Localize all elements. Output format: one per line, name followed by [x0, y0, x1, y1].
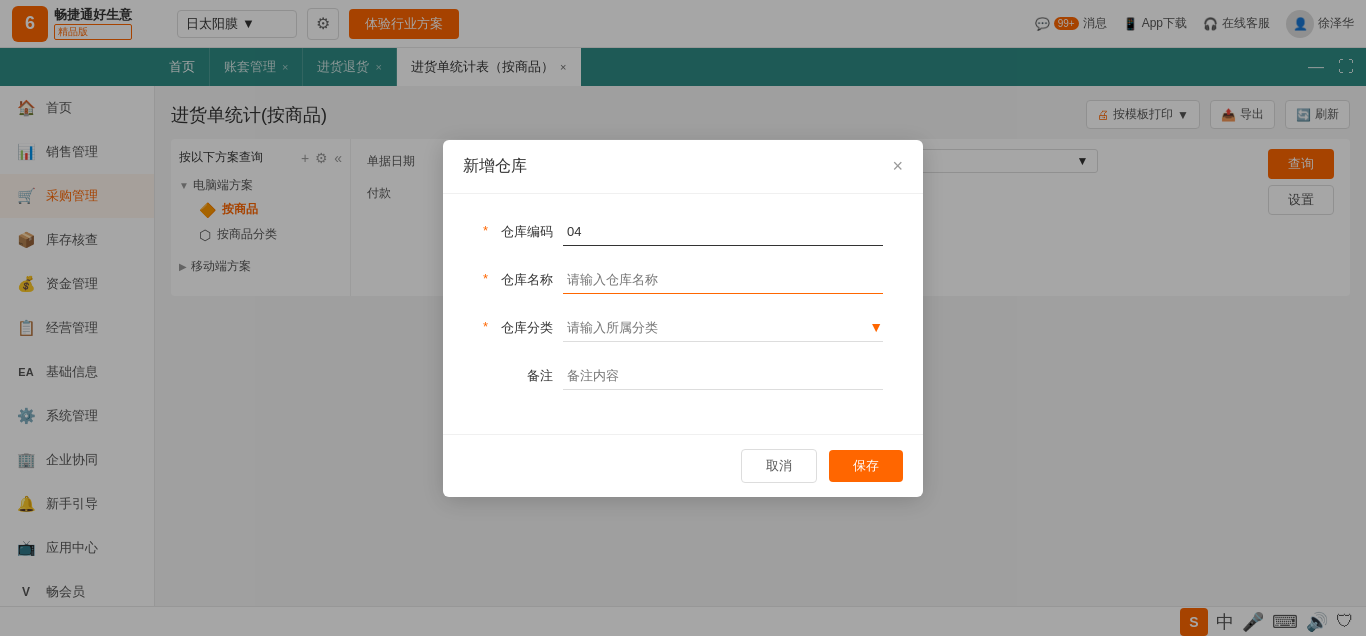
category-select[interactable]: ▼	[563, 314, 883, 342]
code-label: 仓库编码	[483, 223, 563, 241]
modal-overlay[interactable]: 新增仓库 × 仓库编码 仓库名称 仓库分类 ▼	[0, 0, 1366, 636]
chevron-down-icon: ▼	[869, 319, 883, 335]
form-row-code: 仓库编码	[483, 218, 883, 246]
form-row-remark: 备注	[483, 362, 883, 390]
modal-title: 新增仓库	[463, 156, 527, 177]
form-row-name: 仓库名称	[483, 266, 883, 294]
remark-input[interactable]	[563, 362, 883, 390]
category-label: 仓库分类	[483, 319, 563, 337]
code-input[interactable]	[563, 218, 883, 246]
close-icon[interactable]: ×	[892, 156, 903, 177]
modal-footer: 取消 保存	[443, 434, 923, 497]
save-button[interactable]: 保存	[829, 450, 903, 482]
category-input[interactable]	[563, 318, 869, 337]
remark-label: 备注	[483, 367, 563, 385]
modal: 新增仓库 × 仓库编码 仓库名称 仓库分类 ▼	[443, 140, 923, 497]
name-label: 仓库名称	[483, 271, 563, 289]
form-row-category: 仓库分类 ▼	[483, 314, 883, 342]
modal-body: 仓库编码 仓库名称 仓库分类 ▼ 备注	[443, 194, 923, 434]
cancel-button[interactable]: 取消	[741, 449, 817, 483]
name-input[interactable]	[563, 266, 883, 294]
modal-header: 新增仓库 ×	[443, 140, 923, 194]
